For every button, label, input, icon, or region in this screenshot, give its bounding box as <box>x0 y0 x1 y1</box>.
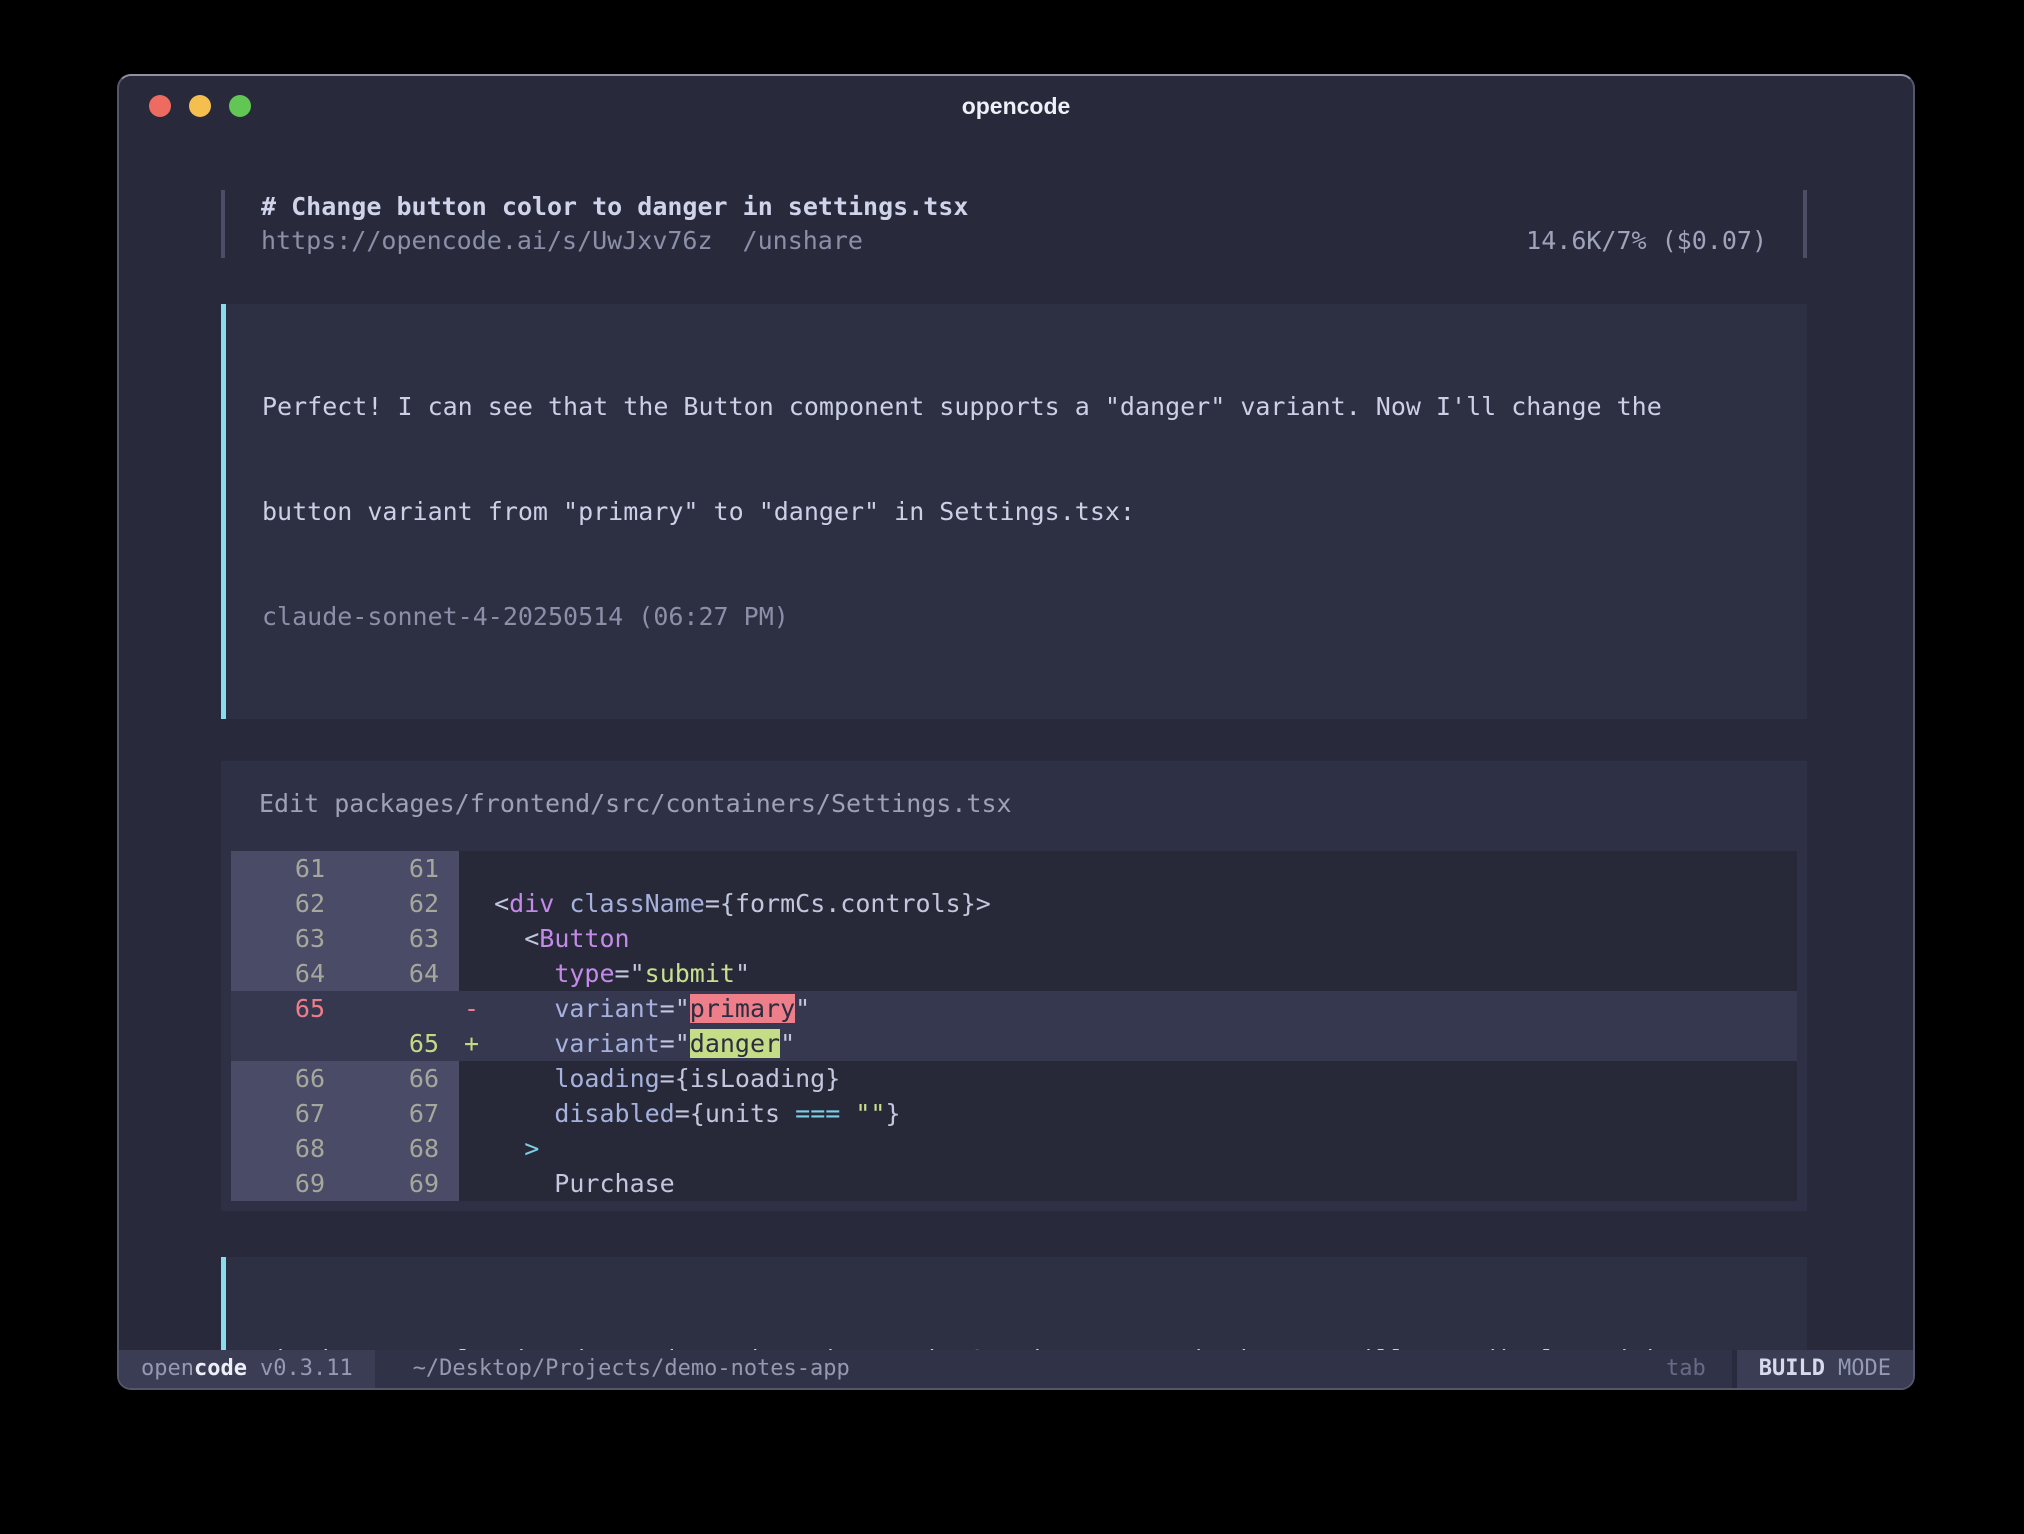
message-line: button variant from "primary" to "danger… <box>262 494 1777 529</box>
app-name-code: code <box>194 1350 247 1388</box>
context-stats: 14.6K/7% ($0.07) <box>1526 224 1767 258</box>
mode-segment[interactable]: BUILD MODE <box>1737 1350 1913 1388</box>
mode-suffix: MODE <box>1838 1350 1891 1388</box>
edit-tool-header: Edit packages/frontend/src/containers/Se… <box>221 787 1807 821</box>
diff-row: 6464 type="submit" <box>231 956 1797 991</box>
diff-row: 6363 <Button <box>231 921 1797 956</box>
diff-marker: - <box>464 991 479 1026</box>
edit-tool-block: Edit packages/frontend/src/containers/Se… <box>221 761 1807 1211</box>
diff-row: 6262 <div className={formCs.controls}> <box>231 886 1797 921</box>
diff-row: 65+ variant="danger" <box>231 1026 1797 1061</box>
session-header: # Change button color to danger in setti… <box>221 190 1807 258</box>
diff-row: 6666 loading={isLoading} <box>231 1061 1797 1096</box>
app-version: v0.3.11 <box>260 1350 353 1388</box>
message-meta: claude-sonnet-4-20250514 (06:27 PM) <box>262 599 1777 634</box>
diff-row: 6969 Purchase <box>231 1166 1797 1201</box>
assistant-message: Perfect! I can see that the Button compo… <box>221 304 1807 719</box>
app-name-open: open <box>141 1350 194 1388</box>
session-title: # Change button color to danger in setti… <box>261 190 968 224</box>
diff-table: 61616262 <div className={formCs.controls… <box>231 851 1797 1201</box>
header-right-bar <box>1803 190 1807 258</box>
working-directory: ~/Desktop/Projects/demo-notes-app <box>413 1350 850 1388</box>
status-bar: opencode v0.3.11 ~/Desktop/Projects/demo… <box>119 1350 1913 1388</box>
main-content: # Change button color to danger in setti… <box>119 190 1913 1390</box>
diff-row: 6868 > <box>231 1131 1797 1166</box>
titlebar: opencode <box>119 76 1913 136</box>
header-left-bar <box>221 190 225 258</box>
tab-key-hint: tab <box>1666 1350 1706 1388</box>
app-version-segment: opencode v0.3.11 <box>119 1350 375 1388</box>
diff-row: 6767 disabled={units === ""} <box>231 1096 1797 1131</box>
diff-row: 6161 <box>231 851 1797 886</box>
share-url-link[interactable]: https://opencode.ai/s/UwJxv76z <box>261 224 713 258</box>
diff-marker: + <box>464 1026 479 1061</box>
opencode-window: opencode # Change button color to danger… <box>117 74 1915 1390</box>
window-title: opencode <box>119 76 1913 136</box>
mode-name: BUILD <box>1759 1350 1825 1388</box>
unshare-command[interactable]: /unshare <box>743 224 863 258</box>
message-line: Perfect! I can see that the Button compo… <box>262 389 1777 424</box>
diff-row: 65- variant="primary" <box>231 991 1797 1026</box>
